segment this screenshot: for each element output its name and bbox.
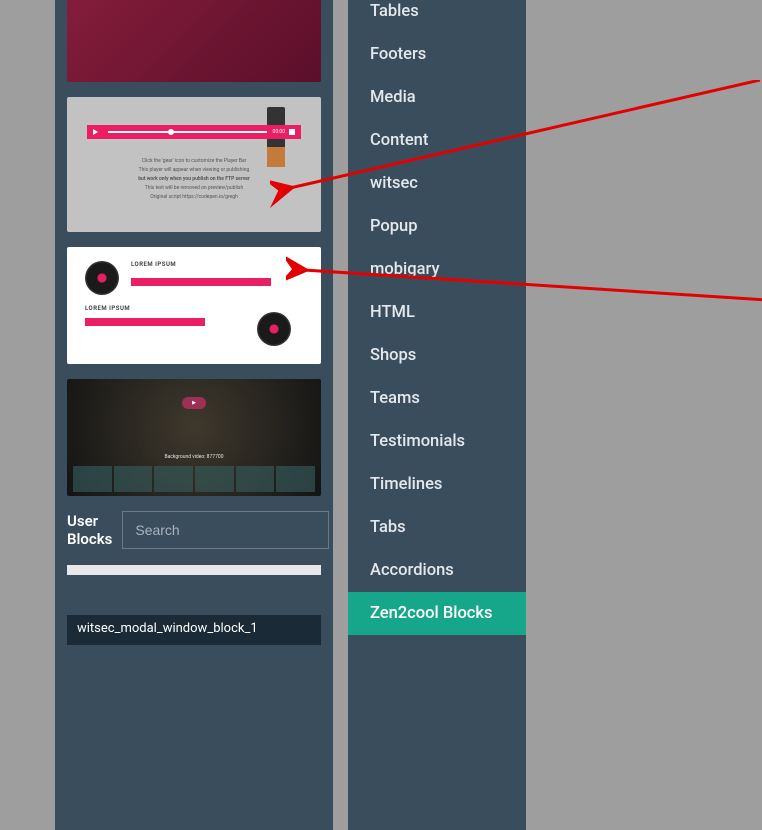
track-title: LOREM IPSUM xyxy=(131,261,271,268)
category-shops[interactable]: Shops xyxy=(348,334,526,377)
category-tables[interactable]: Tables xyxy=(348,0,526,33)
category-tabs[interactable]: Tabs xyxy=(348,506,526,549)
category-html[interactable]: HTML xyxy=(348,291,526,334)
caption-line: This text will be removed on preview/pub… xyxy=(67,184,321,193)
category-content[interactable]: Content xyxy=(348,119,526,162)
user-blocks-header: User Blocks xyxy=(67,511,321,549)
video-caption: Background video: 877700 xyxy=(67,454,321,460)
category-mobigary[interactable]: mobigary xyxy=(348,248,526,291)
track-subtitle xyxy=(131,270,271,274)
block-thumbnail-playlist[interactable]: LOREM IPSUM LOREM IPSUM xyxy=(67,247,321,364)
audio-time: 00:00 xyxy=(273,129,285,135)
category-witsec[interactable]: witsec xyxy=(348,162,526,205)
block-thumbnail-label[interactable]: witsec_modal_window_block_1 xyxy=(67,615,321,645)
caption-line: but work only when you publish on the FT… xyxy=(67,175,321,184)
audio-player-bar: 00:00 xyxy=(87,125,301,139)
block-thumbnail[interactable] xyxy=(67,0,321,82)
categories-panel: Tables Footers Media Content witsec Popu… xyxy=(348,0,526,830)
audio-track xyxy=(108,131,267,133)
video-button: ▶ xyxy=(182,397,206,409)
category-timelines[interactable]: Timelines xyxy=(348,463,526,506)
video-filmstrip xyxy=(67,466,321,492)
category-media[interactable]: Media xyxy=(348,76,526,119)
category-teams[interactable]: Teams xyxy=(348,377,526,420)
caption-line: Original script https://codepen.io/gregh xyxy=(67,193,321,202)
user-blocks-label: User Blocks xyxy=(67,512,112,548)
track-progress xyxy=(85,318,205,326)
category-accordions[interactable]: Accordions xyxy=(348,549,526,592)
search-input[interactable] xyxy=(122,511,329,549)
category-footers[interactable]: Footers xyxy=(348,33,526,76)
track-title: LOREM IPSUM xyxy=(85,305,303,312)
blocks-panel: 00:00 Click the 'gear' icon to customize… xyxy=(55,0,333,830)
category-testimonials[interactable]: Testimonials xyxy=(348,420,526,463)
vinyl-icon xyxy=(257,312,291,346)
track-progress xyxy=(131,278,271,286)
playlist-row: LOREM IPSUM xyxy=(85,261,303,295)
caption-line: This player will appear when viewing or … xyxy=(67,166,321,175)
block-thumbnail-video[interactable]: ▶ Background video: 877700 xyxy=(67,379,321,496)
block-thumbnail[interactable] xyxy=(67,565,321,575)
category-popup[interactable]: Popup xyxy=(348,205,526,248)
vinyl-icon xyxy=(85,261,119,295)
block-thumbnail-audio[interactable]: 00:00 Click the 'gear' icon to customize… xyxy=(67,97,321,232)
volume-icon xyxy=(289,129,295,135)
category-zen2cool[interactable]: Zen2cool Blocks xyxy=(348,592,526,635)
